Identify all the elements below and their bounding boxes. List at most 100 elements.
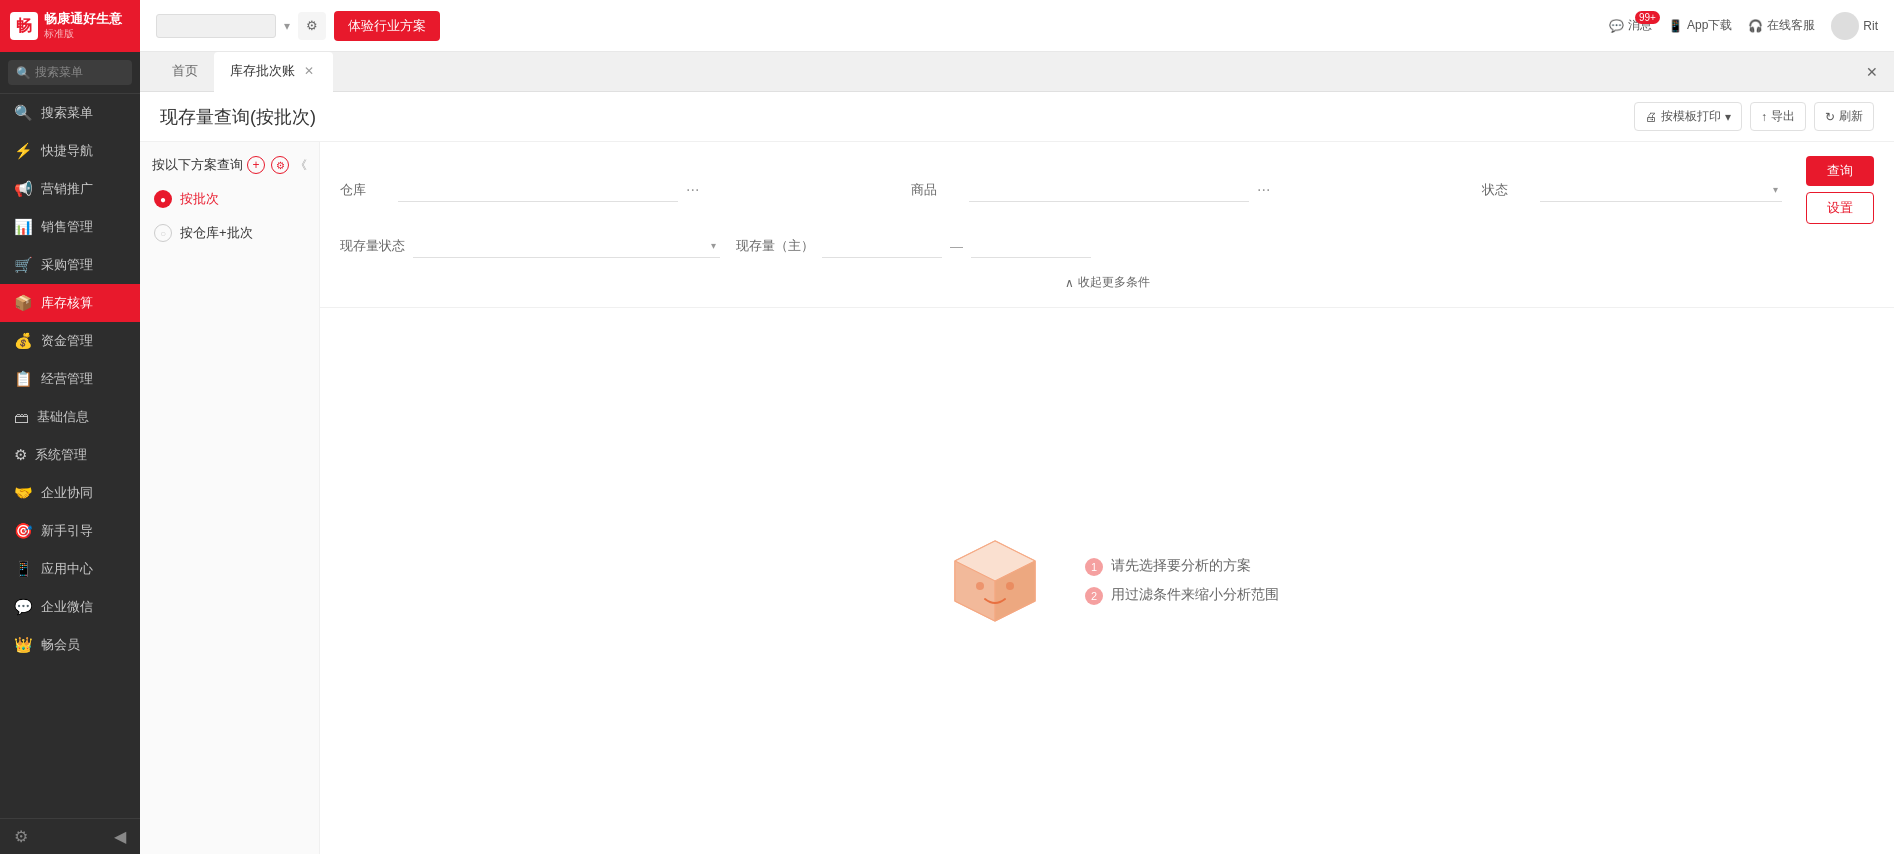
finance-icon: 💰 xyxy=(14,332,33,350)
refresh-button[interactable]: ↻ 刷新 xyxy=(1814,102,1874,131)
export-button[interactable]: ↑ 导出 xyxy=(1750,102,1806,131)
sidebar-item-system[interactable]: ⚙ 系统管理 xyxy=(0,436,140,474)
goods-more-icon[interactable]: ··· xyxy=(1257,181,1270,199)
filter-row-1: 仓库 ··· 商品 ··· 状态 xyxy=(340,156,1874,224)
quick-nav-icon: ⚡ xyxy=(14,142,33,160)
page-header: 现存量查询(按批次) 🖨 按模板打印 ▾ ↑ 导出 ↻ 刷新 xyxy=(140,92,1894,142)
status-label: 状态 xyxy=(1482,181,1532,199)
print-chevron-icon: ▾ xyxy=(1725,110,1731,124)
app-download-button[interactable]: 📱 App下载 xyxy=(1668,17,1732,34)
goods-input[interactable] xyxy=(969,178,1249,202)
content-area: 现存量查询(按批次) 🖨 按模板打印 ▾ ↑ 导出 ↻ 刷新 xyxy=(140,92,1894,854)
left-panel: 按以下方案查询 + ⚙ 《 ● 按批次 ○ 按仓库+批次 xyxy=(140,142,320,854)
sidebar-item-label-system: 系统管理 xyxy=(35,446,87,464)
sidebar-item-quick-nav[interactable]: ⚡ 快捷导航 xyxy=(0,132,140,170)
marketing-icon: 📢 xyxy=(14,180,33,198)
warehouse-input[interactable] xyxy=(398,178,678,202)
sidebar-header: 畅 畅康通好生意 标准版 xyxy=(0,0,140,52)
settings-bottom-icon[interactable]: ⚙ xyxy=(14,827,28,846)
industry-solution-button[interactable]: 体验行业方案 xyxy=(334,11,440,41)
sidebar-item-sales[interactable]: 📊 销售管理 xyxy=(0,208,140,246)
svg-point-5 xyxy=(1006,582,1014,590)
status-select[interactable] xyxy=(1540,178,1782,201)
sidebar-item-purchase[interactable]: 🛒 采购管理 xyxy=(0,246,140,284)
sidebar-item-inventory[interactable]: 📦 库存核算 xyxy=(0,284,140,322)
basic-icon: 🗃 xyxy=(14,409,29,426)
hint-2-text: 用过滤条件来缩小分析范围 xyxy=(1111,586,1279,604)
app-title-block: 畅康通好生意 标准版 xyxy=(44,11,122,42)
sidebar-item-guide[interactable]: 🎯 新手引导 xyxy=(0,512,140,550)
tab-close-button[interactable]: ✕ xyxy=(301,63,317,79)
sidebar-item-wechat[interactable]: 💬 企业微信 xyxy=(0,588,140,626)
plan-active-dot: ● xyxy=(154,190,172,208)
topbar-chevron-icon[interactable]: ▾ xyxy=(284,19,290,33)
inventory-qty-to-input[interactable] xyxy=(971,234,1091,258)
sidebar-item-label-app-center: 应用中心 xyxy=(41,560,93,578)
print-template-button[interactable]: 🖨 按模板打印 ▾ xyxy=(1634,102,1742,131)
sidebar-item-label-purchase: 采购管理 xyxy=(41,256,93,274)
topbar-search-input[interactable] xyxy=(156,14,276,38)
sidebar-item-label-basic: 基础信息 xyxy=(37,408,89,426)
plan-inactive-dot: ○ xyxy=(154,224,172,242)
message-badge: 99+ xyxy=(1635,11,1660,24)
query-button[interactable]: 查询 xyxy=(1806,156,1874,186)
message-button[interactable]: 💬 消息 99+ xyxy=(1609,17,1652,34)
phone-icon: 📱 xyxy=(1668,19,1683,33)
sidebar-item-search[interactable]: 🔍 搜索菜单 xyxy=(0,94,140,132)
collapse-sidebar-icon[interactable]: ◀ xyxy=(114,827,126,846)
export-label: 导出 xyxy=(1771,108,1795,125)
svg-point-4 xyxy=(976,582,984,590)
hint-1-text: 请先选择要分析的方案 xyxy=(1111,557,1251,575)
sidebar-nav: 🔍 搜索菜单 ⚡ 快捷导航 📢 营销推广 📊 销售管理 🛒 采购管理 📦 库存核… xyxy=(0,94,140,818)
topbar-right: 💬 消息 99+ 📱 App下载 🎧 在线客服 Rit xyxy=(1609,12,1878,40)
user-menu[interactable]: Rit xyxy=(1831,12,1878,40)
sidebar-item-label-guide: 新手引导 xyxy=(41,522,93,540)
sidebar-search-area[interactable]: 🔍 搜索菜单 xyxy=(0,52,140,94)
inventory-status-select[interactable] xyxy=(413,234,720,257)
collapse-more-conditions[interactable]: ∧ 收起更多条件 xyxy=(340,268,1874,293)
sidebar-item-enterprise[interactable]: 🤝 企业协同 xyxy=(0,474,140,512)
sidebar-item-label-member: 畅会员 xyxy=(41,636,80,654)
sidebar-item-app-center[interactable]: 📱 应用中心 xyxy=(0,550,140,588)
plan-item-by-warehouse-batch[interactable]: ○ 按仓库+批次 xyxy=(140,216,319,250)
left-panel-header: 按以下方案查询 + ⚙ 《 xyxy=(140,152,319,182)
add-plan-button[interactable]: + xyxy=(247,156,265,174)
sales-icon: 📊 xyxy=(14,218,33,236)
sidebar-item-business[interactable]: 📋 经营管理 xyxy=(0,360,140,398)
enterprise-icon: 🤝 xyxy=(14,484,33,502)
left-panel-title: 按以下方案查询 xyxy=(152,156,243,174)
sidebar-item-finance[interactable]: 💰 资金管理 xyxy=(0,322,140,360)
topbar-gear-button[interactable]: ⚙ xyxy=(298,12,326,40)
tab-home[interactable]: 首页 xyxy=(156,52,214,92)
online-service-button[interactable]: 🎧 在线客服 xyxy=(1748,17,1815,34)
plan-by-warehouse-batch-label: 按仓库+批次 xyxy=(180,224,253,242)
search-icon: 🔍 xyxy=(16,66,31,80)
tab-inventory-batch[interactable]: 库存批次账 ✕ xyxy=(214,52,333,92)
sidebar-item-label-quick-nav: 快捷导航 xyxy=(41,142,93,160)
sidebar-search-inner: 🔍 搜索菜单 xyxy=(8,60,132,85)
settings-plan-button[interactable]: ⚙ xyxy=(271,156,289,174)
search-label: 搜索菜单 xyxy=(35,64,83,81)
tab-area-close-button[interactable]: ✕ xyxy=(1866,64,1878,80)
collapse-left-panel-button[interactable]: 《 xyxy=(295,157,307,174)
hint-1-number: 1 xyxy=(1085,558,1103,576)
page-actions: 🖨 按模板打印 ▾ ↑ 导出 ↻ 刷新 xyxy=(1634,102,1874,131)
warehouse-more-icon[interactable]: ··· xyxy=(686,181,699,199)
settings-button[interactable]: 设置 xyxy=(1806,192,1874,224)
inventory-qty-from-input[interactable] xyxy=(822,234,942,258)
sidebar: 畅 畅康通好生意 标准版 🔍 搜索菜单 🔍 搜索菜单 ⚡ 快捷导航 📢 营销推广… xyxy=(0,0,140,854)
tab-home-label: 首页 xyxy=(172,62,198,80)
export-icon: ↑ xyxy=(1761,110,1767,124)
sidebar-item-marketing[interactable]: 📢 营销推广 xyxy=(0,170,140,208)
message-icon: 💬 xyxy=(1609,19,1624,33)
plan-item-by-batch[interactable]: ● 按批次 xyxy=(140,182,319,216)
sidebar-item-basic[interactable]: 🗃 基础信息 xyxy=(0,398,140,436)
main-area: ▾ ⚙ 体验行业方案 💬 消息 99+ 📱 App下载 🎧 在线客服 Rit xyxy=(140,0,1894,854)
sidebar-item-member[interactable]: 👑 畅会员 xyxy=(0,626,140,664)
right-panel: 仓库 ··· 商品 ··· 状态 xyxy=(320,142,1894,854)
app-logo: 畅 xyxy=(10,12,38,40)
warehouse-filter-group: 仓库 ··· xyxy=(340,178,895,202)
content-split: 按以下方案查询 + ⚙ 《 ● 按批次 ○ 按仓库+批次 xyxy=(140,142,1894,854)
sidebar-item-label-search: 搜索菜单 xyxy=(41,104,93,122)
member-icon: 👑 xyxy=(14,636,33,654)
